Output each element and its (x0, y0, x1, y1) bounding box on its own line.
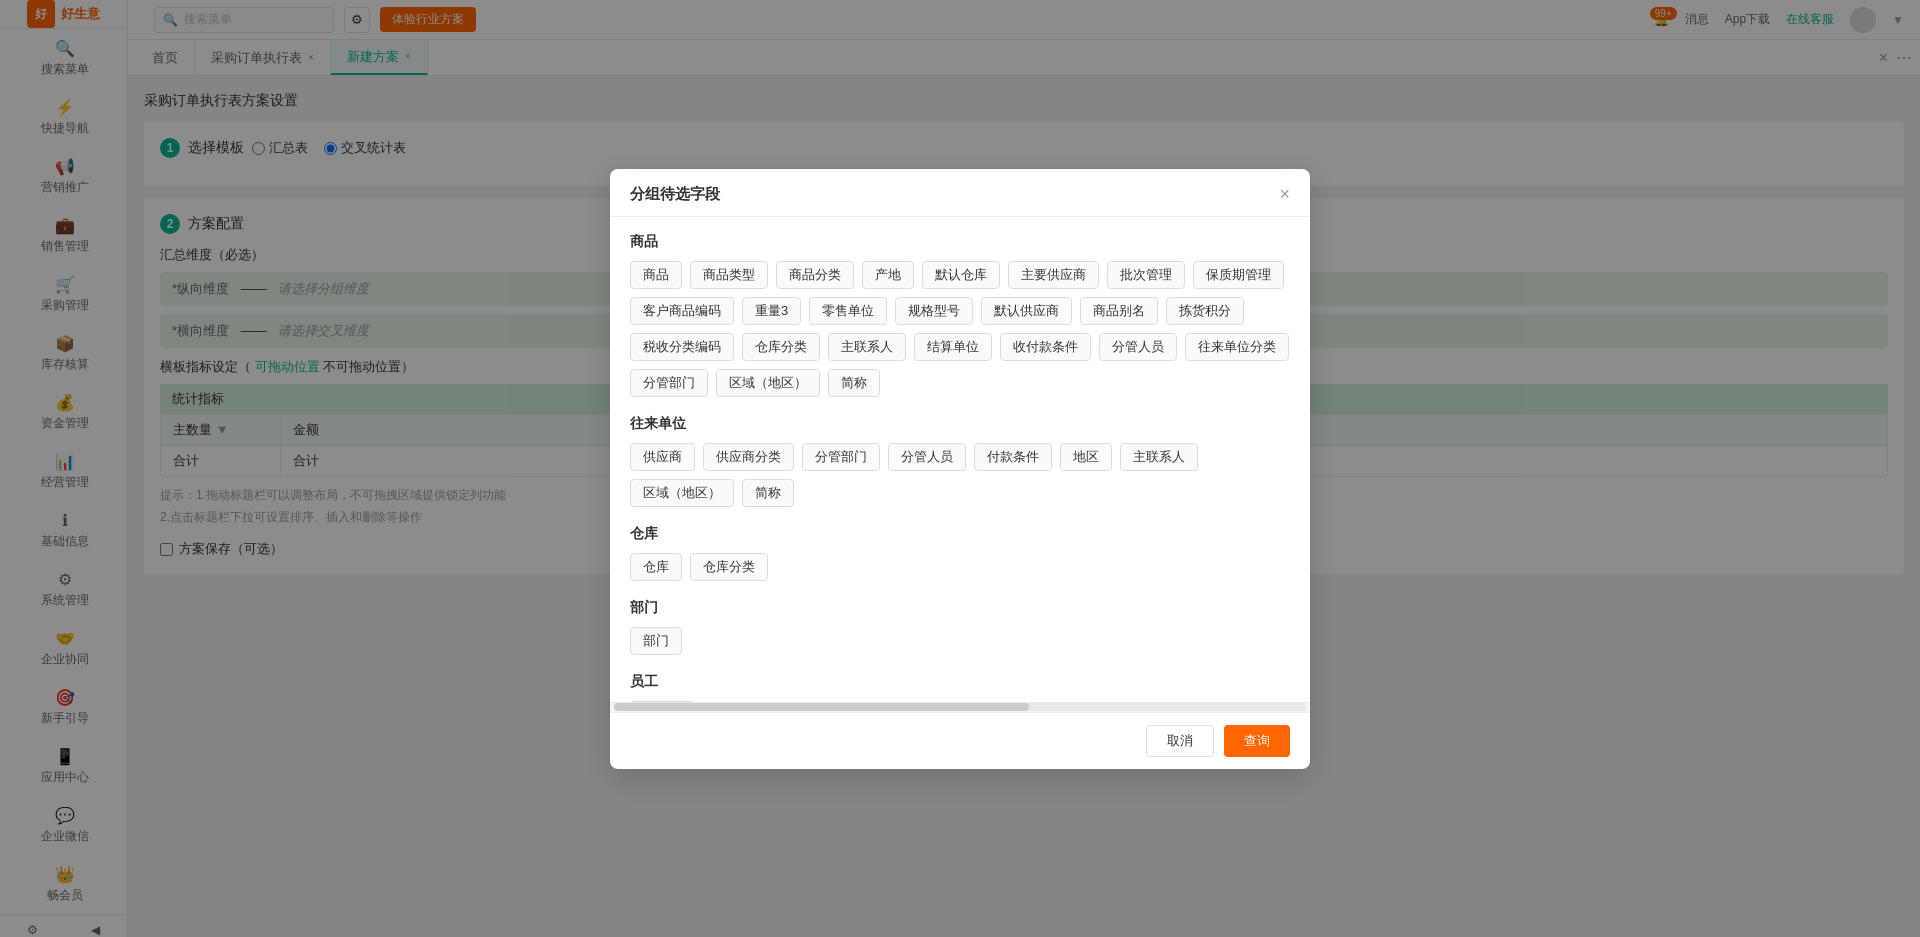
field-tag[interactable]: 客户商品编码 (630, 297, 734, 325)
cancel-button[interactable]: 取消 (1146, 725, 1214, 757)
modal-overlay: 分组待选字段 × 商品商品商品类型商品分类产地默认仓库主要供应商批次管理保质期管… (0, 0, 1920, 937)
field-tag[interactable]: 主联系人 (828, 333, 906, 361)
field-tag[interactable]: 商品 (630, 261, 682, 289)
field-tag[interactable]: 规格型号 (895, 297, 973, 325)
field-tag[interactable]: 结算单位 (914, 333, 992, 361)
field-tag[interactable]: 重量3 (742, 297, 801, 325)
field-tag[interactable]: 仓库分类 (742, 333, 820, 361)
field-tag[interactable]: 商品类型 (690, 261, 768, 289)
field-tag[interactable]: 产地 (862, 261, 914, 289)
field-tag[interactable]: 付款条件 (974, 443, 1052, 471)
field-tag[interactable]: 拣货积分 (1166, 297, 1244, 325)
field-tag[interactable]: 仓库 (630, 553, 682, 581)
field-group-员工: 员工业务员 (630, 673, 1290, 703)
modal: 分组待选字段 × 商品商品商品类型商品分类产地默认仓库主要供应商批次管理保质期管… (610, 169, 1310, 769)
field-tag[interactable]: 仓库分类 (690, 553, 768, 581)
field-tag[interactable]: 简称 (828, 369, 880, 397)
field-tag[interactable]: 往来单位分类 (1185, 333, 1289, 361)
confirm-button[interactable]: 查询 (1224, 725, 1290, 757)
field-tag[interactable]: 收付款条件 (1000, 333, 1091, 361)
field-tag[interactable]: 分管人员 (1099, 333, 1177, 361)
field-tag[interactable]: 分管部门 (630, 369, 708, 397)
modal-header: 分组待选字段 × (610, 169, 1310, 217)
field-tag[interactable]: 分管部门 (802, 443, 880, 471)
field-tag[interactable]: 供应商分类 (703, 443, 794, 471)
modal-close-button[interactable]: × (1279, 185, 1290, 203)
field-tag[interactable]: 简称 (742, 479, 794, 507)
field-tag[interactable]: 分管人员 (888, 443, 966, 471)
field-tag[interactable]: 区域（地区） (716, 369, 820, 397)
modal-footer: 取消 查询 (610, 712, 1310, 769)
field-group-部门: 部门部门 (630, 599, 1290, 655)
field-tag[interactable]: 主要供应商 (1008, 261, 1099, 289)
field-tags-仓库: 仓库仓库分类 (630, 553, 1290, 581)
field-tag[interactable]: 默认仓库 (922, 261, 1000, 289)
scroll-track (614, 703, 1306, 711)
field-tag[interactable]: 零售单位 (809, 297, 887, 325)
field-tag[interactable]: 税收分类编码 (630, 333, 734, 361)
field-tag[interactable]: 主联系人 (1120, 443, 1198, 471)
field-group-仓库: 仓库仓库仓库分类 (630, 525, 1290, 581)
field-tags-往来单位: 供应商供应商分类分管部门分管人员付款条件地区主联系人区域（地区） 简称 (630, 443, 1290, 507)
field-group-title-员工: 员工 (630, 673, 1290, 691)
field-group-往来单位: 往来单位供应商供应商分类分管部门分管人员付款条件地区主联系人区域（地区） 简称 (630, 415, 1290, 507)
field-group-title-往来单位: 往来单位 (630, 415, 1290, 433)
field-group-title-仓库: 仓库 (630, 525, 1290, 543)
field-tag[interactable]: 默认供应商 (981, 297, 1072, 325)
field-tag[interactable]: 地区 (1060, 443, 1112, 471)
field-group-商品: 商品商品商品类型商品分类产地默认仓库主要供应商批次管理保质期管理客户商品编码重量… (630, 233, 1290, 397)
field-group-title-商品: 商品 (630, 233, 1290, 251)
field-tag[interactable]: 供应商 (630, 443, 695, 471)
field-group-title-部门: 部门 (630, 599, 1290, 617)
field-tag[interactable]: 保质期管理 (1193, 261, 1284, 289)
field-tag[interactable]: 部门 (630, 627, 682, 655)
field-tag[interactable]: 商品分类 (776, 261, 854, 289)
modal-title: 分组待选字段 (630, 185, 720, 204)
field-tag[interactable]: 商品别名 (1080, 297, 1158, 325)
field-tag[interactable]: 批次管理 (1107, 261, 1185, 289)
field-tags-商品: 商品商品类型商品分类产地默认仓库主要供应商批次管理保质期管理客户商品编码重量3 零… (630, 261, 1290, 397)
field-tags-部门: 部门 (630, 627, 1290, 655)
modal-bottom-scrollbar[interactable] (610, 702, 1310, 711)
field-tag[interactable]: 区域（地区） (630, 479, 734, 507)
modal-body: 商品商品商品类型商品分类产地默认仓库主要供应商批次管理保质期管理客户商品编码重量… (610, 217, 1310, 703)
scroll-thumb (614, 703, 1029, 711)
